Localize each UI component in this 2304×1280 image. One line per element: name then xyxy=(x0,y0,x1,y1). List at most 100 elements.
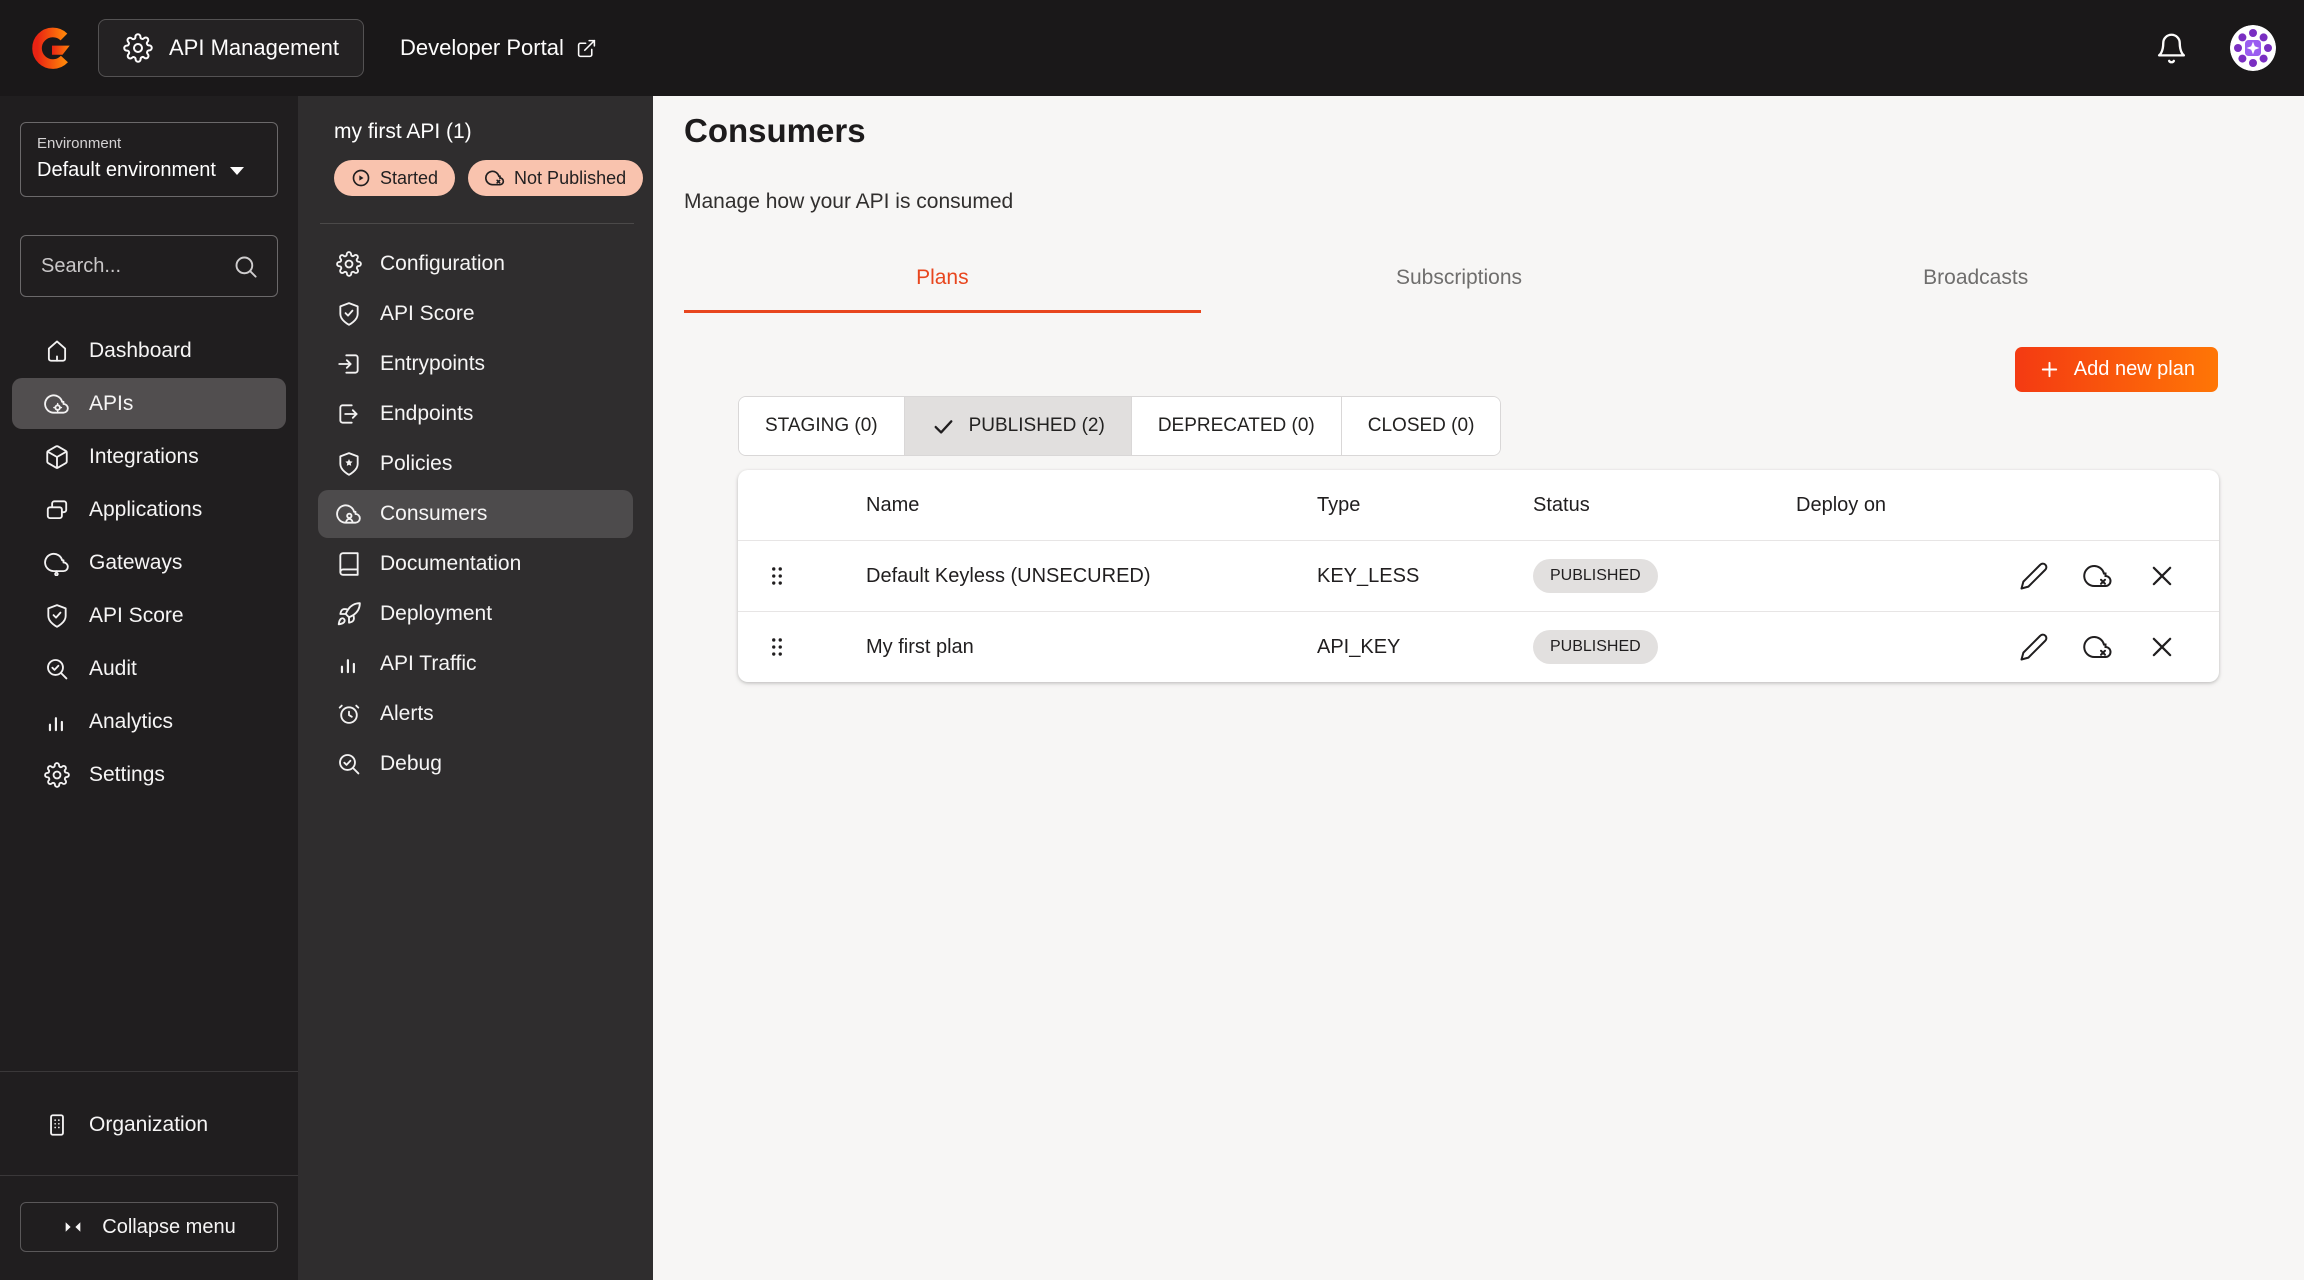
book-icon xyxy=(336,551,362,577)
filter-deprecated[interactable]: DEPRECATED (0) xyxy=(1132,397,1342,455)
table-row[interactable]: My first plan API_KEY PUBLISHED xyxy=(738,611,2219,682)
sidebar-item-analytics[interactable]: Analytics xyxy=(0,695,298,748)
api-menu-label: Debug xyxy=(380,752,442,776)
table-header: Name Type Status Deploy on xyxy=(738,470,2219,540)
badge-label: Not Published xyxy=(514,168,626,189)
sidebar-item-integrations[interactable]: Integrations xyxy=(0,430,298,483)
column-header-name: Name xyxy=(828,494,1279,517)
filter-label: CLOSED (0) xyxy=(1368,415,1475,437)
sidebar-item-label: Applications xyxy=(89,498,202,522)
drag-handle-icon[interactable] xyxy=(764,634,790,660)
sidebar-item-organization[interactable]: Organization xyxy=(0,1098,298,1151)
api-menu-item-documentation[interactable]: Documentation xyxy=(298,539,653,589)
divider xyxy=(0,1175,298,1176)
environment-label: Environment xyxy=(37,135,261,152)
search-input[interactable] xyxy=(39,254,222,279)
tab-broadcasts[interactable]: Broadcasts xyxy=(1717,258,2234,313)
close-icon[interactable] xyxy=(2147,632,2177,662)
sidebar-item-api-score[interactable]: API Score xyxy=(0,589,298,642)
sidebar-item-label: Settings xyxy=(89,763,165,787)
plus-icon xyxy=(2038,358,2061,381)
api-menu-item-api-score[interactable]: API Score xyxy=(298,289,653,339)
add-new-plan-button[interactable]: Add new plan xyxy=(2015,347,2218,392)
check-icon xyxy=(931,414,956,439)
search-icon[interactable] xyxy=(232,253,259,280)
plan-type: KEY_LESS xyxy=(1279,565,1495,588)
api-menu-item-alerts[interactable]: Alerts xyxy=(298,689,653,739)
plans-table: Name Type Status Deploy on Default Keyle… xyxy=(738,470,2219,682)
sidebar-item-label: Integrations xyxy=(89,445,199,469)
filter-closed[interactable]: CLOSED (0) xyxy=(1342,397,1501,455)
external-link-icon xyxy=(576,38,597,59)
api-menu-item-api-traffic[interactable]: API Traffic xyxy=(298,639,653,689)
sidebar-item-label: API Score xyxy=(89,604,184,628)
divider xyxy=(0,1071,298,1072)
collapse-menu-button[interactable]: Collapse menu xyxy=(20,1202,278,1252)
table-row[interactable]: Default Keyless (UNSECURED) KEY_LESS PUB… xyxy=(738,540,2219,611)
edit-pencil-icon[interactable] xyxy=(2019,632,2049,662)
alarm-clock-icon xyxy=(336,701,362,727)
filter-label: DEPRECATED (0) xyxy=(1158,415,1315,437)
filter-published[interactable]: PUBLISHED (2) xyxy=(905,397,1132,455)
plan-status-filter-group: STAGING (0) PUBLISHED (2) DEPRECATED (0)… xyxy=(738,396,1501,456)
environment-selector[interactable]: Environment Default environment xyxy=(20,122,278,197)
unpublish-cloud-x-icon[interactable] xyxy=(2083,632,2113,662)
api-menu-item-configuration[interactable]: Configuration xyxy=(298,239,653,289)
bar-chart-icon xyxy=(44,709,70,735)
magnifier-check-icon xyxy=(336,751,362,777)
shield-check-icon xyxy=(336,301,362,327)
close-icon[interactable] xyxy=(2147,561,2177,591)
drag-handle-icon[interactable] xyxy=(764,563,790,589)
api-menu-item-debug[interactable]: Debug xyxy=(298,739,653,789)
sidebar-item-label: Gateways xyxy=(89,551,182,575)
cube-icon xyxy=(44,444,70,470)
plan-name: My first plan xyxy=(828,636,1279,659)
gear-icon xyxy=(123,33,153,63)
api-menu-item-policies[interactable]: Policies xyxy=(298,439,653,489)
sidebar-item-label: Dashboard xyxy=(89,339,192,363)
gear-icon xyxy=(44,762,70,788)
api-menu-item-deployment[interactable]: Deployment xyxy=(298,589,653,639)
consumers-tabs: Plans Subscriptions Broadcasts xyxy=(684,258,2234,313)
sidebar-item-dashboard[interactable]: Dashboard xyxy=(0,324,298,377)
magnifier-check-icon xyxy=(44,656,70,682)
gravitee-logo[interactable] xyxy=(28,25,74,71)
developer-portal-link[interactable]: Developer Portal xyxy=(400,35,597,61)
sidebar-search[interactable] xyxy=(20,235,278,297)
sidebar-item-settings[interactable]: Settings xyxy=(0,748,298,801)
filter-label: PUBLISHED (2) xyxy=(969,415,1105,437)
sidebar-item-label: Audit xyxy=(89,657,137,681)
status-badge: PUBLISHED xyxy=(1533,559,1658,593)
api-menu-label: Entrypoints xyxy=(380,352,485,376)
page-subtitle: Manage how your API is consumed xyxy=(684,190,1013,214)
arrow-into-box-icon xyxy=(336,351,362,377)
sidebar-item-audit[interactable]: Audit xyxy=(0,642,298,695)
notifications-bell-icon[interactable] xyxy=(2155,32,2188,65)
collapse-menu-label: Collapse menu xyxy=(102,1216,235,1239)
sidebar-item-gateways[interactable]: Gateways xyxy=(0,536,298,589)
plan-name: Default Keyless (UNSECURED) xyxy=(828,565,1279,588)
sidebar-item-applications[interactable]: Applications xyxy=(0,483,298,536)
api-menu-item-consumers[interactable]: Consumers xyxy=(318,490,633,538)
app-switcher-label: API Management xyxy=(169,35,339,61)
tab-subscriptions[interactable]: Subscriptions xyxy=(1201,258,1718,313)
bar-chart-icon xyxy=(336,651,362,677)
api-menu-label: API Traffic xyxy=(380,652,476,676)
building-icon xyxy=(44,1112,70,1138)
api-menu-label: Documentation xyxy=(380,552,521,576)
cloud-gear-icon xyxy=(44,391,70,417)
column-header-type: Type xyxy=(1279,494,1495,517)
api-menu-item-entrypoints[interactable]: Entrypoints xyxy=(298,339,653,389)
unpublish-cloud-x-icon[interactable] xyxy=(2083,561,2113,591)
filter-staging[interactable]: STAGING (0) xyxy=(739,397,905,455)
user-avatar[interactable] xyxy=(2230,25,2276,71)
edit-pencil-icon[interactable] xyxy=(2019,561,2049,591)
sidebar-item-apis[interactable]: APIs xyxy=(12,378,286,429)
api-menu-label: Endpoints xyxy=(380,402,473,426)
api-menu-item-endpoints[interactable]: Endpoints xyxy=(298,389,653,439)
tab-plans[interactable]: Plans xyxy=(684,258,1201,313)
play-circle-icon xyxy=(351,168,371,188)
page-title: Consumers xyxy=(684,112,866,150)
app-switcher-button[interactable]: API Management xyxy=(98,19,364,77)
developer-portal-label: Developer Portal xyxy=(400,35,564,61)
